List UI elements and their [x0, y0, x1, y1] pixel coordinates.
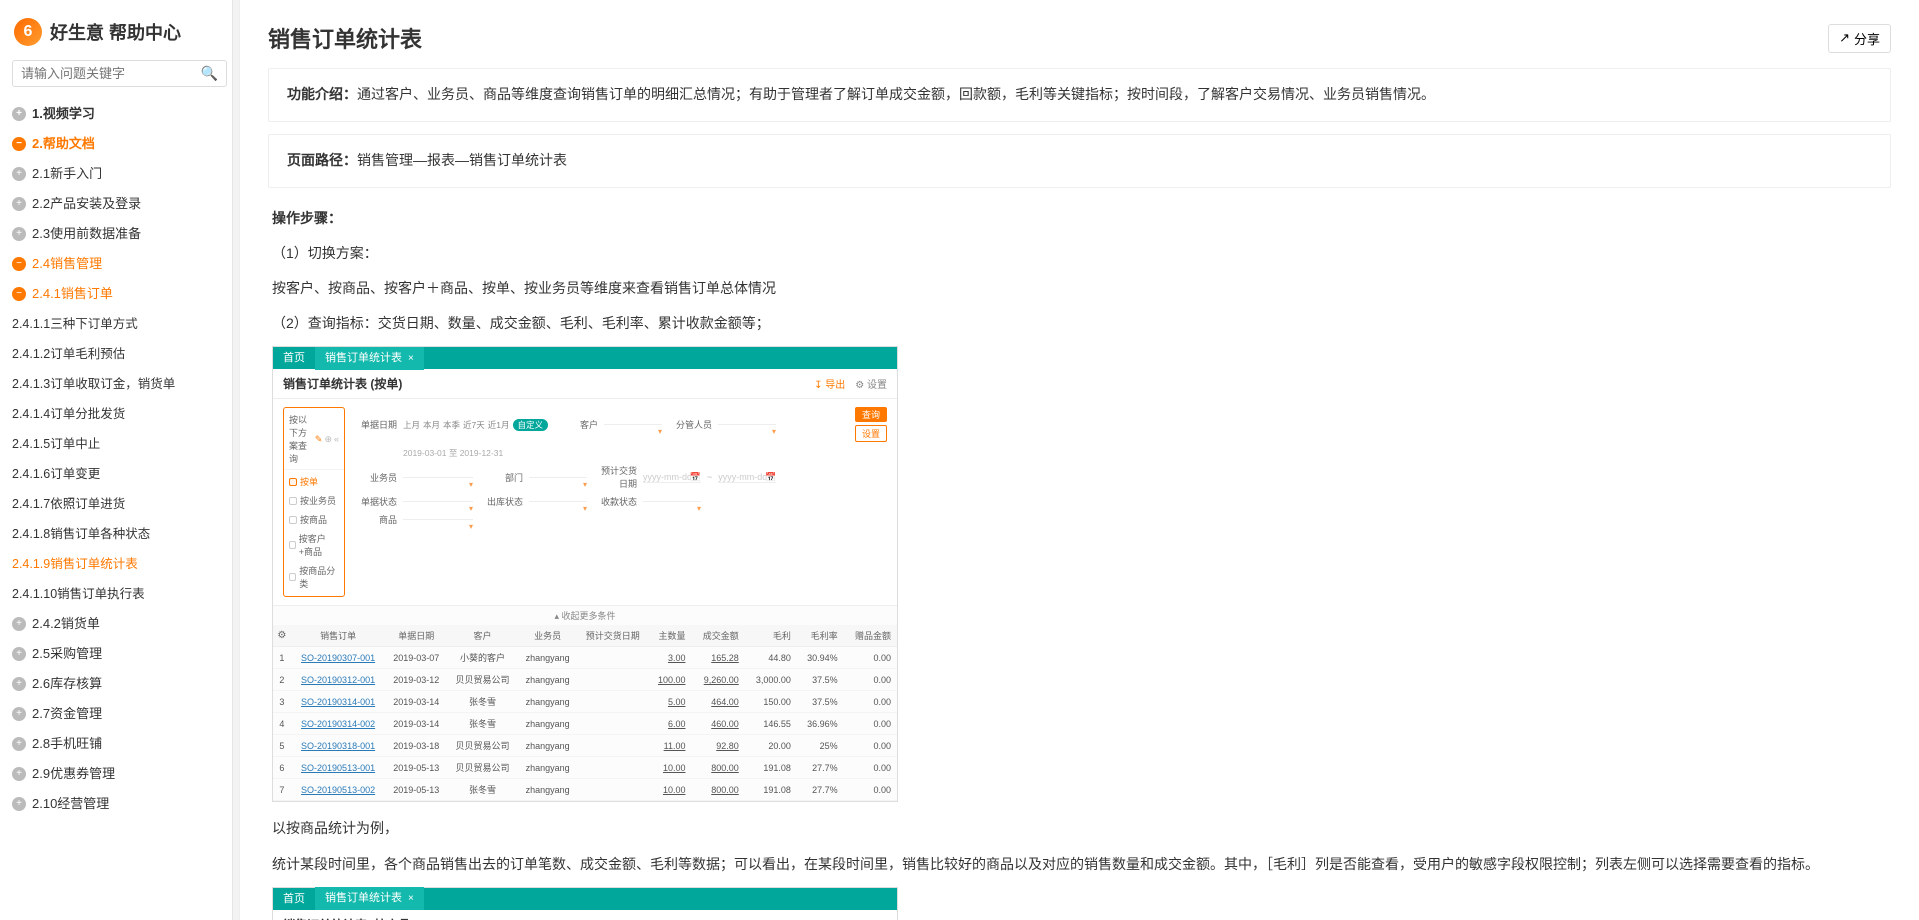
search-input-wrap[interactable]: 🔍 [12, 60, 227, 87]
intro-panel: 功能介绍：通过客户、业务员、商品等维度查询销售订单的明细汇总情况；有助于管理者了… [268, 68, 1891, 122]
brand-logo-icon: 6 [14, 18, 42, 46]
share-button[interactable]: ↗分享 [1828, 24, 1891, 53]
plus-icon: + [12, 677, 26, 691]
shot-tab-active: 销售订单统计表 [315, 347, 424, 370]
plus-icon: + [12, 767, 26, 781]
brand: 6 好生意 帮助中心 [8, 12, 231, 60]
screenshot-2: 首页 销售订单统计表 销售订单统计表 (按商品) ↧ 导出 ⟳ 刷新 [272, 887, 898, 920]
nav-2-7[interactable]: +2.7资金管理 [8, 699, 231, 729]
brand-title: 好生意 帮助中心 [50, 19, 181, 45]
example-desc: 统计某段时间里，各个商品销售出去的订单笔数、成交金额、毛利等数据；可以看出，在某… [272, 852, 1887, 877]
intro-label: 功能介绍： [287, 86, 357, 102]
steps-section: 操作步骤： （1）切换方案： 按客户、按商品、按客户＋商品、按单、按业务员等维度… [268, 200, 1891, 920]
nav-2-9[interactable]: +2.9优惠券管理 [8, 759, 231, 789]
table-row: 7SO-20190513-0022019-05-13张冬雪zhangyang10… [273, 779, 897, 801]
nav-2-4-1[interactable]: −2.4.1销售订单 [8, 279, 231, 309]
nav-2-4[interactable]: −2.4销售管理 [8, 249, 231, 279]
minus-icon: − [12, 287, 26, 301]
plus-icon: + [12, 197, 26, 211]
set-button: 设置 [855, 425, 887, 442]
nav-leaf[interactable]: 2.4.1.1三种下订单方式 [8, 309, 231, 339]
shot-title: 销售订单统计表 (按单) [283, 375, 402, 392]
nav-2-1[interactable]: +2.1新手入门 [8, 159, 231, 189]
sidebar: 6 好生意 帮助中心 🔍 +1.视频学习 −2.帮助文档 +2.1新手入门 +2… [0, 0, 240, 920]
nav-2-10[interactable]: +2.10经营管理 [8, 789, 231, 819]
shot-tab-home: 首页 [273, 347, 315, 369]
table-row: 5SO-20190318-0012019-03-18贝贝贸易公司zhangyan… [273, 735, 897, 757]
step-2: （2）查询指标：交货日期、数量、成交金额、毛利、毛利率、累计收款金额等； [272, 311, 1887, 336]
filter-scheme: 按以下方案查询 ✎ ⊕ « 按单 按业务员 按商品 按客户+商品 按商品分类 [283, 407, 345, 597]
plus-icon: + [12, 707, 26, 721]
nav-leaf[interactable]: 2.4.1.4订单分批发货 [8, 399, 231, 429]
search-input[interactable] [21, 66, 201, 81]
step-1: （1）切换方案： [272, 241, 1887, 266]
nav-leaf[interactable]: 2.4.1.5订单中止 [8, 429, 231, 459]
shot-export: ↧ 导出 [814, 376, 845, 391]
nav-leaf[interactable]: 2.4.1.8销售订单各种状态 [8, 519, 231, 549]
filter-form: 单据日期 上月本月本季近7天近1月自定义 客户▾ 分管人员▾ 查询 设置 20 [353, 407, 887, 597]
nav-leaf[interactable]: 2.4.1.7依照订单进货 [8, 489, 231, 519]
intro-text: 通过客户、业务员、商品等维度查询销售订单的明细汇总情况；有助于管理者了解订单成交… [357, 86, 1435, 102]
table-row: 3SO-20190314-0012019-03-14张冬雪zhangyang5.… [273, 691, 897, 713]
nav-2-4-2[interactable]: +2.4.2销货单 [8, 609, 231, 639]
path-text: 销售管理—报表—销售订单统计表 [357, 152, 567, 168]
plus-icon: + [12, 797, 26, 811]
search-icon[interactable]: 🔍 [201, 65, 218, 82]
nav-2-2[interactable]: +2.2产品安装及登录 [8, 189, 231, 219]
nav-leaf[interactable]: 2.4.1.6订单变更 [8, 459, 231, 489]
table-row: 4SO-20190314-0022019-03-14张冬雪zhangyang6.… [273, 713, 897, 735]
filter-opt: 按单 [284, 472, 344, 491]
table-row: 1SO-20190307-0012019-03-07小葵的客户zhangyang… [273, 647, 897, 669]
plus-icon: + [12, 737, 26, 751]
share-icon: ↗ [1839, 30, 1850, 46]
nav-video[interactable]: +1.视频学习 [8, 99, 231, 129]
plus-icon: + [12, 617, 26, 631]
shot-title-2: 销售订单统计表 (按商品) [283, 916, 414, 920]
path-panel: 页面路径：销售管理—报表—销售订单统计表 [268, 134, 1891, 188]
nav-2-6[interactable]: +2.6库存核算 [8, 669, 231, 699]
nav-leaf-current[interactable]: 2.4.1.9销售订单统计表 [8, 549, 231, 579]
plus-icon: + [12, 227, 26, 241]
main-content: 销售订单统计表 ↗分享 功能介绍：通过客户、业务员、商品等维度查询销售订单的明细… [240, 0, 1919, 920]
plus-icon: + [12, 647, 26, 661]
table-row: 6SO-20190513-0012019-05-13贝贝贸易公司zhangyan… [273, 757, 897, 779]
nav-leaf[interactable]: 2.4.1.2订单毛利预估 [8, 339, 231, 369]
collapse-toggle: ▴ 收起更多条件 [273, 605, 897, 625]
gear-icon: ⚙ [273, 625, 291, 647]
nav-leaf[interactable]: 2.4.1.10销售订单执行表 [8, 579, 231, 609]
plus-icon: + [12, 107, 26, 121]
filter-opt: 按业务员 [284, 491, 344, 510]
page-title: 销售订单统计表 [268, 22, 422, 54]
steps-label: 操作步骤： [272, 210, 342, 226]
example-label: 以按商品统计为例， [272, 816, 1887, 841]
query-button: 查询 [855, 407, 887, 422]
minus-icon: − [12, 137, 26, 151]
nav-tree: +1.视频学习 −2.帮助文档 +2.1新手入门 +2.2产品安装及登录 +2.… [8, 99, 231, 819]
shot-setting: ⚙ 设置 [855, 376, 887, 391]
path-label: 页面路径： [287, 152, 357, 168]
filter-opt: 按商品分类 [284, 561, 344, 593]
filter-opt: 按客户+商品 [284, 529, 344, 561]
screenshot-1: 首页 销售订单统计表 销售订单统计表 (按单) ↧ 导出 ⚙ 设置 按以下方案查… [272, 346, 898, 802]
nav-help-docs[interactable]: −2.帮助文档 [8, 129, 231, 159]
nav-leaf[interactable]: 2.4.1.3订单收取订金，销货单 [8, 369, 231, 399]
nav-2-3[interactable]: +2.3使用前数据准备 [8, 219, 231, 249]
nav-2-5[interactable]: +2.5采购管理 [8, 639, 231, 669]
nav-2-8[interactable]: +2.8手机旺铺 [8, 729, 231, 759]
step-1-desc: 按客户、按商品、按客户＋商品、按单、按业务员等维度来查看销售订单总体情况 [272, 276, 1887, 301]
shot-tabs: 首页 销售订单统计表 [273, 347, 897, 369]
table-row: 2SO-20190312-0012019-03-12贝贝贸易公司zhangyan… [273, 669, 897, 691]
data-table: ⚙ 销售订单单据日期客户业务员预计交货日期主数量成交金额毛利毛利率赠品金额 1S… [273, 625, 897, 801]
plus-icon: + [12, 167, 26, 181]
filter-opt: 按商品 [284, 510, 344, 529]
minus-icon: − [12, 257, 26, 271]
